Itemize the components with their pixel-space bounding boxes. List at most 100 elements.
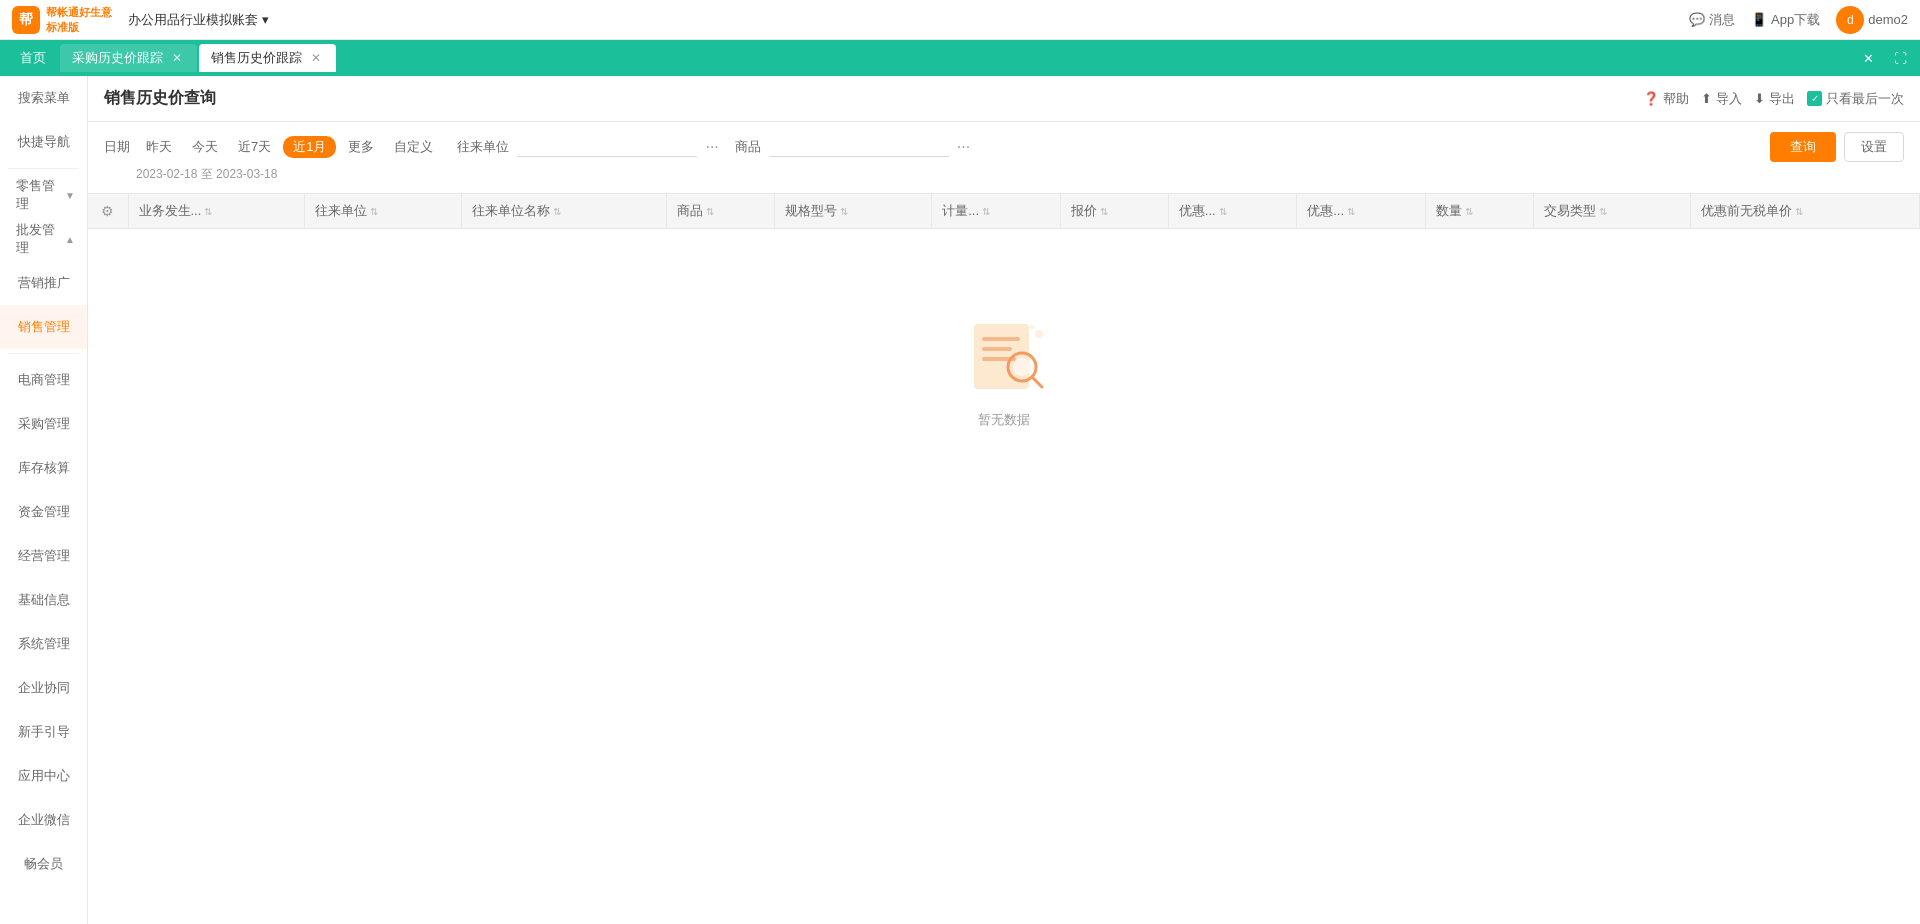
partner-dots[interactable]: ··· [705, 138, 718, 156]
table-th-product[interactable]: 商品 ⇅ [667, 194, 775, 229]
table-th-spec[interactable]: 规格型号 ⇅ [775, 194, 932, 229]
sidebar-item-inventory-label: 库存核算 [18, 459, 70, 477]
table-th-trade-type[interactable]: 交易类型 ⇅ [1533, 194, 1690, 229]
only-last-item[interactable]: ✓ 只看最后一次 [1807, 90, 1904, 108]
date-btn-today[interactable]: 今天 [184, 136, 226, 158]
table-container: ⚙ 业务发生... ⇅ 往来单位 ⇅ [88, 194, 1920, 924]
settings-button[interactable]: 设置 [1844, 132, 1904, 162]
sidebar-item-quick-nav[interactable]: 快捷导航 [0, 120, 87, 164]
date-btn-custom[interactable]: 自定义 [386, 136, 441, 158]
date-btn-yesterday[interactable]: 昨天 [138, 136, 180, 158]
sidebar-item-operations[interactable]: 经营管理 [0, 534, 87, 578]
export-btn[interactable]: ⬇ 导出 [1754, 90, 1795, 108]
th-discount2-label: 优惠... [1307, 202, 1344, 220]
content-area: 销售历史价查询 ❓ 帮助 ⬆ 导入 ⬇ 导出 ✓ 只看最后一次 [88, 76, 1920, 924]
sidebar-item-system[interactable]: 系统管理 [0, 622, 87, 666]
close-window-btn[interactable]: ✕ [1856, 46, 1880, 70]
message-icon: 💬 [1689, 12, 1705, 27]
sidebar-item-retail-label: 零售管理 [16, 177, 65, 213]
th-sort-spec: 规格型号 ⇅ [785, 202, 848, 220]
sort-icon-trade-type: ⇅ [1599, 206, 1607, 217]
svg-point-5 [1013, 358, 1031, 376]
table-th-discount1[interactable]: 优惠... ⇅ [1168, 194, 1296, 229]
sidebar-item-system-label: 系统管理 [18, 635, 70, 653]
table-th-unit[interactable]: 计量... ⇅ [932, 194, 1060, 229]
tab-sales-close[interactable]: ✕ [308, 50, 324, 66]
app-selector[interactable]: 办公用品行业模拟账套 ▾ [120, 7, 277, 33]
tab-sales[interactable]: 销售历史价跟踪 ✕ [199, 44, 336, 72]
filter-actions: 查询 设置 [1770, 132, 1904, 162]
top-bar: 帮 帮帐通好生意 标准版 办公用品行业模拟账套 ▾ 💬 消息 📱 App下载 d… [0, 0, 1920, 40]
date-btn-1month[interactable]: 近1月 [283, 136, 336, 158]
sidebar-item-inventory[interactable]: 库存核算 [0, 446, 87, 490]
sidebar-item-ecommerce[interactable]: 电商管理 [0, 358, 87, 402]
svg-rect-2 [982, 347, 1012, 351]
tab-home[interactable]: 首页 [8, 44, 58, 72]
product-filter: 商品 ··· [735, 137, 970, 157]
table-th-biz-date[interactable]: 业务发生... ⇅ [128, 194, 305, 229]
tab-purchase[interactable]: 采购历史价跟踪 ✕ [60, 44, 197, 72]
sidebar-item-marketing[interactable]: 营销推广 [0, 261, 87, 305]
import-icon: ⬆ [1701, 91, 1712, 106]
th-discount1-label: 优惠... [1179, 202, 1216, 220]
sidebar-item-member[interactable]: 畅会员 [0, 842, 87, 886]
date-btn-more[interactable]: 更多 [340, 136, 382, 158]
sidebar-item-basic-info[interactable]: 基础信息 [0, 578, 87, 622]
page-title: 销售历史价查询 [104, 88, 216, 109]
empty-text: 暂无数据 [978, 411, 1030, 429]
tab-bar: 首页 采购历史价跟踪 ✕ 销售历史价跟踪 ✕ ✕ ⛶ [0, 40, 1920, 76]
sidebar-item-sales-mgmt[interactable]: 销售管理 [0, 305, 87, 349]
table-th-pre-tax[interactable]: 优惠前无税单价 ⇅ [1690, 194, 1920, 229]
sidebar-item-basic-info-label: 基础信息 [18, 591, 70, 609]
message-btn[interactable]: 💬 消息 [1689, 11, 1735, 29]
th-product-label: 商品 [677, 202, 703, 220]
th-sort-trade-type: 交易类型 ⇅ [1544, 202, 1607, 220]
sidebar-item-purchase-mgmt[interactable]: 采购管理 [0, 402, 87, 446]
date-btn-7days[interactable]: 近7天 [230, 136, 279, 158]
import-btn[interactable]: ⬆ 导入 [1701, 90, 1742, 108]
th-sort-partner-name: 往来单位名称 ⇅ [472, 202, 561, 220]
sidebar-item-guide[interactable]: 新手引导 [0, 710, 87, 754]
sidebar-item-app-center-label: 应用中心 [18, 767, 70, 785]
date-filter: 日期 昨天 今天 近7天 近1月 更多 自定义 [104, 136, 441, 158]
column-settings-btn[interactable]: ⚙ [101, 203, 114, 219]
sidebar-item-enterprise[interactable]: 企业协同 [0, 666, 87, 710]
tab-purchase-close[interactable]: ✕ [169, 50, 185, 66]
sort-icon-partner-name: ⇅ [553, 206, 561, 217]
tab-sales-label: 销售历史价跟踪 [211, 49, 302, 67]
message-label: 消息 [1709, 11, 1735, 29]
sidebar-item-enterprise-wechat[interactable]: 企业微信 [0, 798, 87, 842]
table-th-quote[interactable]: 报价 ⇅ [1060, 194, 1168, 229]
sidebar-item-finance[interactable]: 资金管理 [0, 490, 87, 534]
sidebar-item-app-center[interactable]: 应用中心 [0, 754, 87, 798]
date-buttons: 昨天 今天 近7天 近1月 更多 自定义 [138, 136, 441, 158]
app-download-btn[interactable]: 📱 App下载 [1751, 11, 1820, 29]
table-th-qty[interactable]: 数量 ⇅ [1425, 194, 1533, 229]
sort-icon-biz-date: ⇅ [204, 206, 212, 217]
fullscreen-btn[interactable]: ⛶ [1888, 46, 1912, 70]
help-btn[interactable]: ❓ 帮助 [1643, 90, 1689, 108]
search-button[interactable]: 查询 [1770, 132, 1836, 162]
only-last-checkbox[interactable]: ✓ [1807, 91, 1822, 106]
app-name: 办公用品行业模拟账套 [128, 11, 258, 29]
table-th-gear: ⚙ [88, 194, 128, 229]
help-label: 帮助 [1663, 90, 1689, 108]
table-th-discount2[interactable]: 优惠... ⇅ [1297, 194, 1425, 229]
partner-input[interactable] [517, 137, 697, 157]
sidebar-item-finance-label: 资金管理 [18, 503, 70, 521]
sidebar-item-wholesale[interactable]: 批发管理 ▲ [0, 217, 87, 261]
empty-state: 暂无数据 [88, 229, 1920, 509]
th-sort-unit: 计量... ⇅ [942, 202, 990, 220]
table-th-partner-name[interactable]: 往来单位名称 ⇅ [462, 194, 667, 229]
page-header-actions: ❓ 帮助 ⬆ 导入 ⬇ 导出 ✓ 只看最后一次 [1643, 90, 1904, 108]
sidebar-item-search-menu[interactable]: 搜索菜单 [0, 76, 87, 120]
table-th-partner-code[interactable]: 往来单位 ⇅ [305, 194, 462, 229]
th-sort-qty: 数量 ⇅ [1436, 202, 1473, 220]
product-dots[interactable]: ··· [957, 138, 970, 156]
user-area[interactable]: d demo2 [1836, 6, 1908, 34]
partner-filter: 往来单位 ··· [457, 137, 718, 157]
dropdown-icon: ▾ [262, 12, 269, 27]
sidebar-item-retail[interactable]: 零售管理 ▼ [0, 173, 87, 217]
product-input[interactable] [769, 137, 949, 157]
help-icon: ❓ [1643, 91, 1659, 106]
